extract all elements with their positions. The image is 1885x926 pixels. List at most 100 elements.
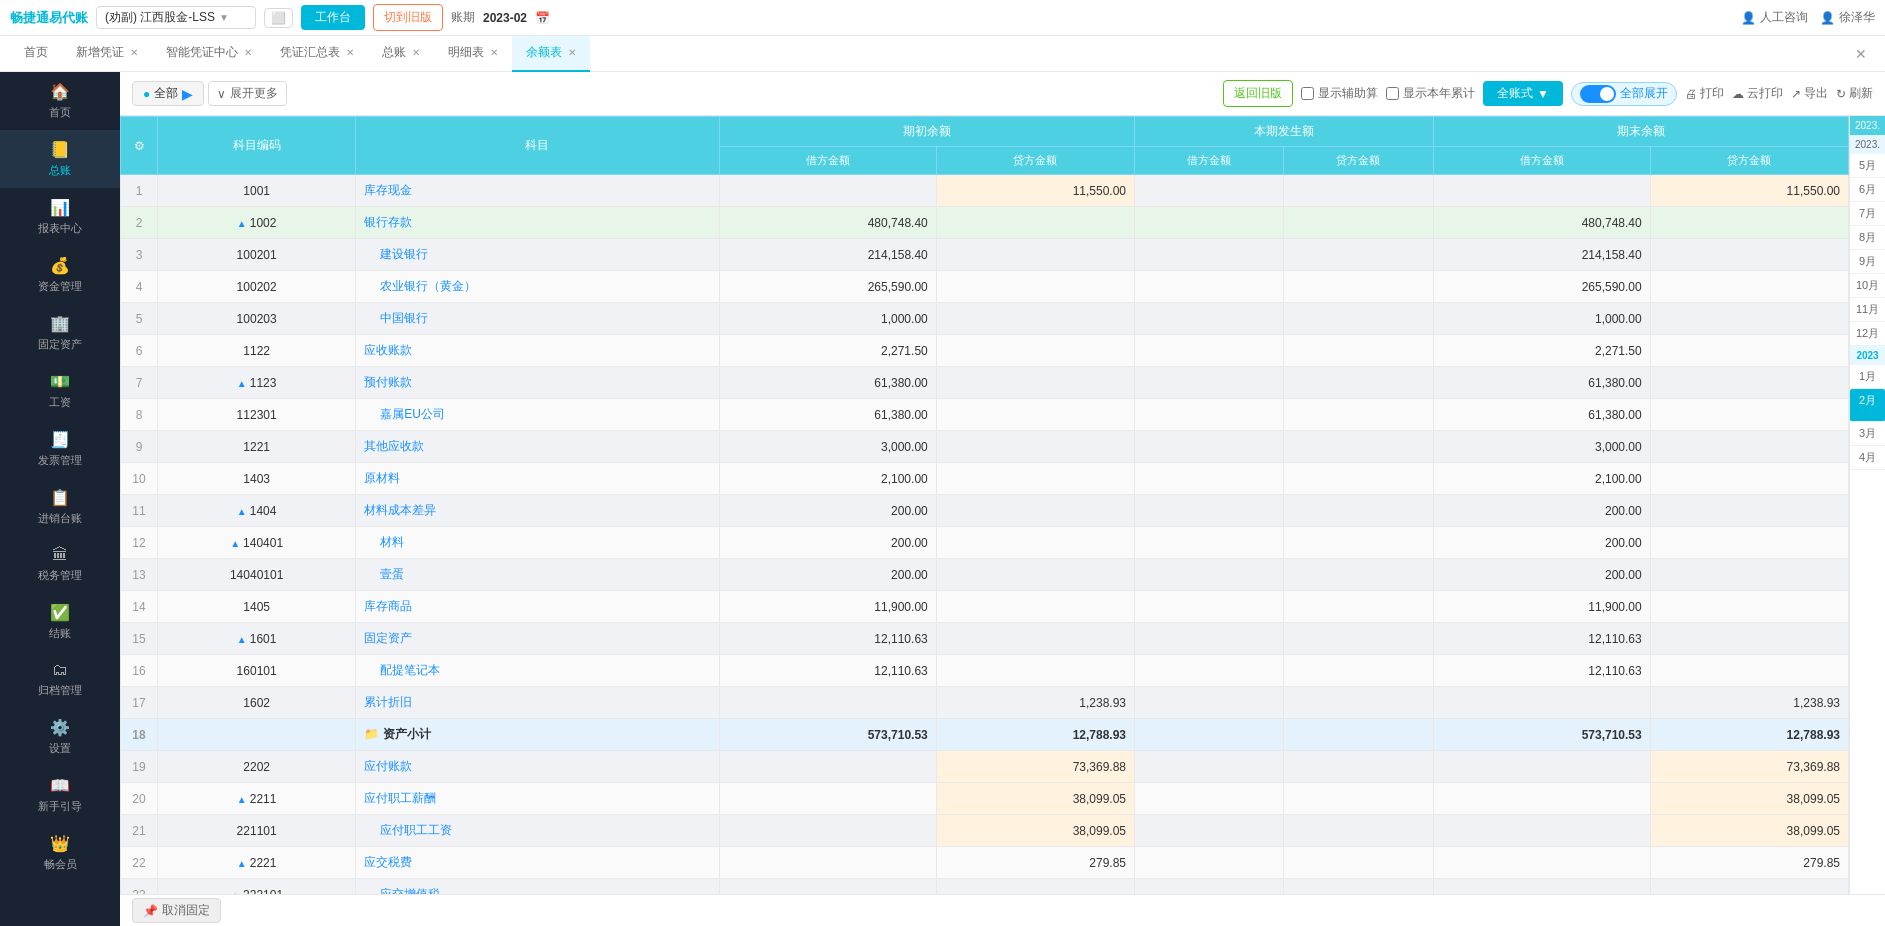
subject-link[interactable]: 应付职工工资 — [380, 823, 452, 837]
subject-link[interactable]: 银行存款 — [364, 215, 412, 229]
sidebar-item-home[interactable]: 🏠 首页 — [0, 72, 120, 130]
subject-link[interactable]: 配提笔记本 — [380, 663, 440, 677]
subject-link[interactable]: 原材料 — [364, 471, 400, 485]
copy-icon-btn[interactable]: ⬜ — [264, 8, 293, 28]
user-info[interactable]: 👤 徐泽华 — [1820, 9, 1875, 26]
subject-link[interactable]: 建设银行 — [380, 247, 428, 261]
subject-link[interactable]: 应交增值税 — [380, 887, 440, 894]
month-oct[interactable]: 10月 — [1850, 274, 1885, 298]
expand-all-switch[interactable] — [1580, 85, 1616, 103]
print-button[interactable]: 🖨 打印 — [1685, 85, 1724, 102]
subject-name-cell[interactable]: 应付职工薪酬 — [356, 783, 719, 815]
subject-link[interactable]: 库存现金 — [364, 183, 412, 197]
subject-name-cell[interactable]: 应交税费 — [356, 847, 719, 879]
month-nov[interactable]: 11月 — [1850, 298, 1885, 322]
subject-link[interactable]: 累计折旧 — [364, 695, 412, 709]
subject-name-cell[interactable]: 累计折旧 — [356, 687, 719, 719]
expand-all-toggle[interactable]: 全部展开 — [1571, 82, 1677, 106]
month-mar[interactable]: 3月 — [1850, 422, 1885, 446]
tab-smart-voucher[interactable]: 智能凭证中心 ✕ — [152, 36, 266, 72]
sidebar-item-assets[interactable]: 🏢 固定资产 — [0, 304, 120, 362]
subject-name-cell[interactable]: 库存现金 — [356, 175, 719, 207]
month-jul[interactable]: 7月 — [1850, 202, 1885, 226]
subject-link[interactable]: 壹蛋 — [380, 567, 404, 581]
show-annual-checkbox[interactable]: 显示本年累计 — [1386, 85, 1475, 102]
sidebar-item-archive[interactable]: 🗂 归档管理 — [0, 651, 120, 708]
sidebar-item-close[interactable]: ✅ 结账 — [0, 593, 120, 651]
subject-name-cell[interactable]: 中国银行 — [356, 303, 719, 335]
subject-link[interactable]: 农业银行（黄金） — [380, 279, 476, 293]
month-sep[interactable]: 9月 — [1850, 250, 1885, 274]
subject-link[interactable]: 固定资产 — [364, 631, 412, 645]
subject-name-cell[interactable]: 材料 — [356, 527, 719, 559]
annual-input[interactable] — [1386, 87, 1399, 100]
show-auxiliary-checkbox[interactable]: 显示辅助算 — [1301, 85, 1378, 102]
unfix-button[interactable]: 📌 取消固定 — [132, 898, 221, 923]
subject-link[interactable]: 中国银行 — [380, 311, 428, 325]
sidebar-item-guide[interactable]: 📖 新手引导 — [0, 766, 120, 824]
tab-ledger[interactable]: 总账 ✕ — [368, 36, 434, 72]
tab-close-new-voucher[interactable]: ✕ — [130, 47, 138, 58]
expand-more-button[interactable]: ∨ 展开更多 — [208, 81, 287, 106]
sidebar-item-fund[interactable]: 💰 资金管理 — [0, 246, 120, 304]
filter-all-button[interactable]: ● 全部 ▶ — [132, 81, 204, 106]
expand-icon[interactable]: ▲ — [237, 506, 247, 517]
switch-version-button[interactable]: 切到旧版 — [373, 4, 443, 31]
subject-link[interactable]: 其他应收款 — [364, 439, 424, 453]
subject-name-cell[interactable]: 材料成本差异 — [356, 495, 719, 527]
auxiliary-input[interactable] — [1301, 87, 1314, 100]
export-button[interactable]: ↗ 导出 — [1791, 85, 1828, 102]
subject-name-cell[interactable]: 应收账款 — [356, 335, 719, 367]
subject-link[interactable]: 应付职工薪酬 — [364, 791, 436, 805]
expand-icon[interactable]: ▲ — [237, 218, 247, 229]
month-jan[interactable]: 1月 — [1850, 365, 1885, 389]
tab-close-detail[interactable]: ✕ — [490, 47, 498, 58]
month-apr[interactable]: 4月 — [1850, 446, 1885, 470]
expand-icon[interactable]: ▲ — [237, 858, 247, 869]
subject-name-cell[interactable]: 应付账款 — [356, 751, 719, 783]
company-selector[interactable]: (劝副) 江西股金-LSS ▼ — [96, 6, 256, 29]
subject-name-cell[interactable]: 固定资产 — [356, 623, 719, 655]
sidebar-item-member[interactable]: 👑 畅会员 — [0, 824, 120, 882]
expand-icon[interactable]: ▲ — [230, 538, 240, 549]
month-aug[interactable]: 8月 — [1850, 226, 1885, 250]
subject-name-cell[interactable]: 嘉属EU公司 — [356, 399, 719, 431]
month-may[interactable]: 5月 — [1850, 154, 1885, 178]
sidebar-item-tax[interactable]: 🏛 税务管理 — [0, 536, 120, 593]
subject-link[interactable]: 应交税费 — [364, 855, 412, 869]
subject-link[interactable]: 应付账款 — [364, 759, 412, 773]
subject-name-cell[interactable]: 库存商品 — [356, 591, 719, 623]
tab-close-voucher-summary[interactable]: ✕ — [346, 47, 354, 58]
calendar-icon[interactable]: 📅 — [535, 11, 550, 25]
tab-balance[interactable]: 余额表 ✕ — [512, 36, 590, 72]
tab-close-balance[interactable]: ✕ — [568, 47, 576, 58]
tab-close-ledger[interactable]: ✕ — [412, 47, 420, 58]
expand-icon[interactable]: ▲ — [237, 378, 247, 389]
column-settings-icon[interactable]: ⚙ — [125, 132, 153, 160]
tab-close-smart-voucher[interactable]: ✕ — [244, 47, 252, 58]
month-feb[interactable]: 2月 ● — [1850, 389, 1885, 422]
close-all-tabs[interactable]: ✕ — [1847, 46, 1875, 62]
month-jun[interactable]: 6月 — [1850, 178, 1885, 202]
subject-name-cell[interactable]: 建设银行 — [356, 239, 719, 271]
subject-name-cell[interactable]: 应付职工工资 — [356, 815, 719, 847]
subject-link[interactable]: 应收账款 — [364, 343, 412, 357]
sidebar-item-invoice[interactable]: 🧾 发票管理 — [0, 420, 120, 478]
subject-link[interactable]: 库存商品 — [364, 599, 412, 613]
sidebar-item-ledger[interactable]: 📒 总账 — [0, 130, 120, 188]
month-dec[interactable]: 12月 — [1850, 322, 1885, 346]
workbench-button[interactable]: 工作台 — [301, 5, 365, 30]
subject-name-cell[interactable]: 配提笔记本 — [356, 655, 719, 687]
full-style-button[interactable]: 全账式 ▼ — [1483, 81, 1563, 106]
sidebar-item-payroll[interactable]: 💵 工资 — [0, 362, 120, 420]
sidebar-item-reports[interactable]: 📊 报表中心 — [0, 188, 120, 246]
subject-link[interactable]: 嘉属EU公司 — [380, 407, 445, 421]
subject-link[interactable]: 材料成本差异 — [364, 503, 436, 517]
subject-name-cell[interactable]: 原材料 — [356, 463, 719, 495]
subject-name-cell[interactable]: 预付账款 — [356, 367, 719, 399]
subject-name-cell[interactable]: 其他应收款 — [356, 431, 719, 463]
subject-name-cell[interactable]: 农业银行（黄金） — [356, 271, 719, 303]
expand-icon[interactable]: ▲ — [237, 634, 247, 645]
tab-detail[interactable]: 明细表 ✕ — [434, 36, 512, 72]
consult-button[interactable]: 👤 人工咨询 — [1741, 9, 1808, 26]
